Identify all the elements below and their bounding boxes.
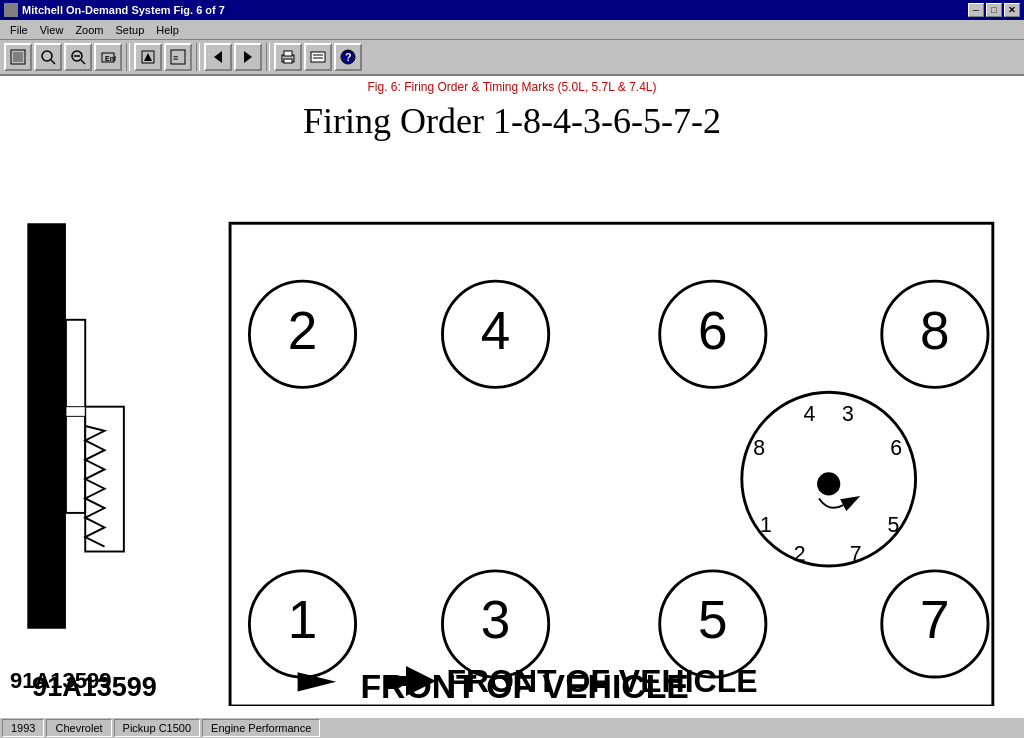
toolbar-btn-print[interactable] <box>274 43 302 71</box>
toolbar-btn-7[interactable] <box>304 43 332 71</box>
svg-text:4: 4 <box>803 402 815 426</box>
menu-zoom[interactable]: Zoom <box>69 22 109 38</box>
window-controls[interactable]: ─ □ ✕ <box>968 3 1020 17</box>
engine-diagram: 2 4 6 8 1 3 5 <box>0 146 1024 706</box>
svg-text:4: 4 <box>481 301 511 360</box>
svg-rect-61 <box>386 676 408 686</box>
svg-text:7: 7 <box>850 542 862 566</box>
toolbar-btn-6[interactable]: ≡ <box>164 43 192 71</box>
svg-text:Enh: Enh <box>105 55 116 62</box>
svg-rect-23 <box>27 223 66 629</box>
svg-text:2: 2 <box>794 542 806 566</box>
status-model: Pickup C1500 <box>114 719 201 737</box>
menu-setup[interactable]: Setup <box>110 22 151 38</box>
status-category: Engine Performance <box>202 719 320 737</box>
svg-text:5: 5 <box>698 590 728 649</box>
menu-bar: File View Zoom Setup Help <box>0 20 1024 40</box>
toolbar-btn-4[interactable]: Enh <box>94 43 122 71</box>
menu-edit[interactable]: View <box>34 22 70 38</box>
svg-marker-60 <box>406 666 436 696</box>
minimize-button[interactable]: ─ <box>968 3 984 17</box>
close-button[interactable]: ✕ <box>1004 3 1020 17</box>
svg-line-5 <box>81 60 85 64</box>
toolbar-btn-1[interactable] <box>4 43 32 71</box>
svg-text:5: 5 <box>887 513 899 537</box>
svg-rect-26 <box>66 407 85 417</box>
svg-text:8: 8 <box>920 301 950 360</box>
svg-text:?: ? <box>345 51 352 63</box>
svg-rect-17 <box>284 59 292 63</box>
status-bar: 1993 Chevrolet Pickup C1500 Engine Perfo… <box>0 716 1024 738</box>
svg-rect-16 <box>284 51 292 56</box>
toolbar-btn-prev[interactable] <box>204 43 232 71</box>
svg-text:1: 1 <box>760 513 772 537</box>
menu-file[interactable]: File <box>4 22 34 38</box>
toolbar: Enh ≡ ? <box>0 40 1024 76</box>
front-arrow-icon <box>386 661 436 701</box>
svg-text:1: 1 <box>288 590 318 649</box>
svg-text:7: 7 <box>920 590 950 649</box>
svg-text:2: 2 <box>288 301 318 360</box>
fig-caption: Fig. 6: Firing Order & Timing Marks (5.0… <box>0 76 1024 96</box>
svg-marker-13 <box>214 51 222 63</box>
svg-point-2 <box>42 51 52 61</box>
front-label: FRONT OF VEHICLE <box>446 663 757 700</box>
svg-text:6: 6 <box>890 436 902 460</box>
svg-marker-14 <box>244 51 252 63</box>
toolbar-btn-5[interactable] <box>134 43 162 71</box>
toolbar-btn-3[interactable] <box>64 43 92 71</box>
svg-line-3 <box>51 60 55 64</box>
menu-help[interactable]: Help <box>150 22 185 38</box>
status-year: 1993 <box>2 719 44 737</box>
app-icon <box>4 3 18 17</box>
svg-text:3: 3 <box>842 402 854 426</box>
toolbar-btn-help[interactable]: ? <box>334 43 362 71</box>
toolbar-separator-1 <box>126 43 130 71</box>
svg-rect-18 <box>311 52 325 62</box>
status-make: Chevrolet <box>46 719 111 737</box>
toolbar-btn-2[interactable] <box>34 43 62 71</box>
svg-text:6: 6 <box>698 301 728 360</box>
svg-point-45 <box>817 472 840 495</box>
toolbar-btn-next[interactable] <box>234 43 262 71</box>
part-number: 91A13599 <box>10 668 130 694</box>
svg-text:8: 8 <box>753 436 765 460</box>
svg-text:3: 3 <box>481 590 511 649</box>
title-bar: Mitchell On-Demand System Fig. 6 of 7 ─ … <box>0 0 1024 20</box>
toolbar-separator-3 <box>266 43 270 71</box>
window-title: Mitchell On-Demand System Fig. 6 of 7 <box>22 4 968 16</box>
diagram-area: 2 4 6 8 1 3 5 <box>0 146 1024 706</box>
restore-button[interactable]: □ <box>986 3 1002 17</box>
toolbar-separator-2 <box>196 43 200 71</box>
main-content: Fig. 6: Firing Order & Timing Marks (5.0… <box>0 76 1024 716</box>
svg-rect-1 <box>13 52 23 62</box>
diagram-title: Firing Order 1-8-4-3-6-5-7-2 <box>0 96 1024 146</box>
svg-text:≡: ≡ <box>173 53 178 63</box>
